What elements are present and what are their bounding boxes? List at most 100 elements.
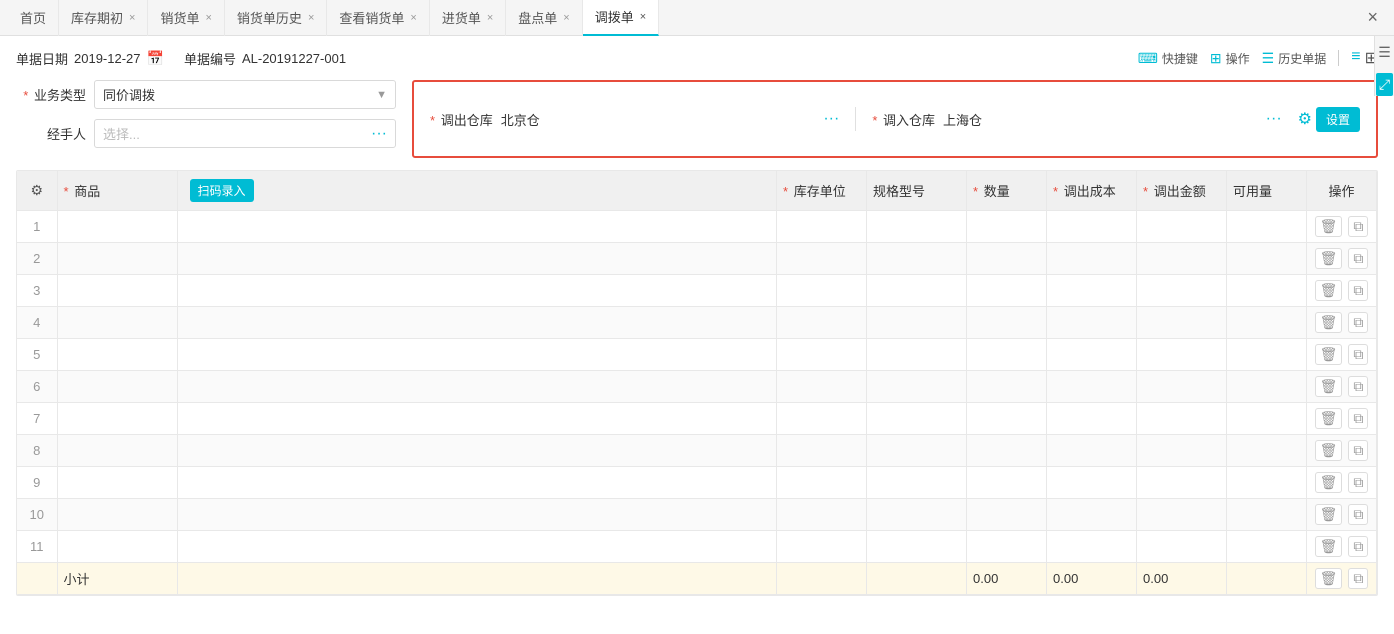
row-qty-10[interactable]	[967, 499, 1047, 531]
row-product-5[interactable]	[57, 339, 177, 371]
row-amount-1[interactable]	[1137, 211, 1227, 243]
row-product-11[interactable]	[57, 531, 177, 563]
tab-close-1[interactable]: ×	[129, 12, 135, 24]
row-spec-3[interactable]	[867, 275, 967, 307]
row-amount-9[interactable]	[1137, 467, 1227, 499]
row-product-9[interactable]	[57, 467, 177, 499]
row-qty-7[interactable]	[967, 403, 1047, 435]
operation-link[interactable]: ⊞ 操作	[1210, 50, 1250, 67]
row-unit-7[interactable]	[777, 403, 867, 435]
row-cost-11[interactable]	[1047, 531, 1137, 563]
tab-purchase[interactable]: 进货单 ×	[430, 0, 506, 36]
row-cost-9[interactable]	[1047, 467, 1137, 499]
row-amount-6[interactable]	[1137, 371, 1227, 403]
tab-close-2[interactable]: ×	[205, 12, 211, 24]
row-product-3[interactable]	[57, 275, 177, 307]
calendar-icon[interactable]: 📅	[147, 50, 164, 67]
business-type-select[interactable]: 同价调拨 ▼	[94, 80, 396, 109]
copy-row-4[interactable]: ⧉	[1348, 312, 1368, 333]
row-cost-4[interactable]	[1047, 307, 1137, 339]
row-amount-3[interactable]	[1137, 275, 1227, 307]
tab-close-5[interactable]: ×	[487, 12, 493, 24]
row-cost-7[interactable]	[1047, 403, 1137, 435]
row-spec-2[interactable]	[867, 243, 967, 275]
tab-close-7[interactable]: ×	[640, 11, 646, 23]
row-cost-10[interactable]	[1047, 499, 1137, 531]
row-unit-5[interactable]	[777, 339, 867, 371]
in-warehouse-dots[interactable]: ···	[1266, 110, 1282, 128]
row-spec-7[interactable]	[867, 403, 967, 435]
row-cost-8[interactable]	[1047, 435, 1137, 467]
copy-row-1[interactable]: ⧉	[1348, 216, 1368, 237]
tab-close-6[interactable]: ×	[563, 12, 569, 24]
row-unit-2[interactable]	[777, 243, 867, 275]
copy-row-3[interactable]: ⧉	[1348, 280, 1368, 301]
tab-home[interactable]: 首页	[8, 0, 59, 36]
tab-transfer[interactable]: 调拨单 ×	[583, 0, 659, 36]
delete-row-2[interactable]: 🗑	[1315, 248, 1343, 269]
delete-row-7[interactable]: 🗑	[1315, 408, 1343, 429]
copy-row-10[interactable]: ⧉	[1348, 504, 1368, 525]
row-spec-6[interactable]	[867, 371, 967, 403]
row-qty-1[interactable]	[967, 211, 1047, 243]
row-qty-3[interactable]	[967, 275, 1047, 307]
row-unit-4[interactable]	[777, 307, 867, 339]
subtotal-delete[interactable]: 🗑	[1315, 568, 1343, 589]
delete-row-9[interactable]: 🗑	[1315, 472, 1343, 493]
table-scroll[interactable]: ⚙ * 商品 扫码录入 * 库存单位 规格型号	[17, 171, 1377, 595]
row-spec-10[interactable]	[867, 499, 967, 531]
copy-row-9[interactable]: ⧉	[1348, 472, 1368, 493]
row-product-4[interactable]	[57, 307, 177, 339]
row-spec-1[interactable]	[867, 211, 967, 243]
row-spec-11[interactable]	[867, 531, 967, 563]
row-qty-8[interactable]	[967, 435, 1047, 467]
out-warehouse-dots[interactable]: ···	[823, 110, 839, 128]
row-qty-4[interactable]	[967, 307, 1047, 339]
scan-button[interactable]: 扫码录入	[190, 179, 254, 202]
row-product-10[interactable]	[57, 499, 177, 531]
row-spec-9[interactable]	[867, 467, 967, 499]
row-product-7[interactable]	[57, 403, 177, 435]
row-product-8[interactable]	[57, 435, 177, 467]
row-unit-10[interactable]	[777, 499, 867, 531]
row-cost-2[interactable]	[1047, 243, 1137, 275]
row-amount-5[interactable]	[1137, 339, 1227, 371]
delete-row-1[interactable]: 🗑	[1315, 216, 1343, 237]
delete-row-3[interactable]: 🗑	[1315, 280, 1343, 301]
setting-gear-icon[interactable]: ⚙	[1298, 109, 1312, 129]
copy-row-2[interactable]: ⧉	[1348, 248, 1368, 269]
row-unit-8[interactable]	[777, 435, 867, 467]
setting-button[interactable]: 设置	[1316, 107, 1360, 132]
row-unit-6[interactable]	[777, 371, 867, 403]
tab-stocktake[interactable]: 盘点单 ×	[506, 0, 582, 36]
row-spec-4[interactable]	[867, 307, 967, 339]
operator-ellipsis[interactable]: ···	[371, 125, 387, 143]
history-link[interactable]: ☰ 历史单据	[1262, 50, 1327, 67]
tab-close-4[interactable]: ×	[410, 12, 416, 24]
close-all-tabs[interactable]: ×	[1359, 7, 1386, 28]
row-amount-8[interactable]	[1137, 435, 1227, 467]
tab-view-sales[interactable]: 查看销货单 ×	[327, 0, 429, 36]
row-product-2[interactable]	[57, 243, 177, 275]
row-cost-5[interactable]	[1047, 339, 1137, 371]
delete-row-8[interactable]: 🗑	[1315, 440, 1343, 461]
copy-row-6[interactable]: ⧉	[1348, 376, 1368, 397]
delete-row-10[interactable]: 🗑	[1315, 504, 1343, 525]
tab-close-3[interactable]: ×	[308, 12, 314, 24]
row-amount-11[interactable]	[1137, 531, 1227, 563]
delete-row-11[interactable]: 🗑	[1315, 536, 1343, 557]
delete-row-4[interactable]: 🗑	[1315, 312, 1343, 333]
copy-row-11[interactable]: ⧉	[1348, 536, 1368, 557]
row-spec-8[interactable]	[867, 435, 967, 467]
row-unit-1[interactable]	[777, 211, 867, 243]
row-cost-3[interactable]	[1047, 275, 1137, 307]
layout-list-icon[interactable]: ≡	[1351, 48, 1360, 68]
tab-sales-history[interactable]: 销货单历史 ×	[225, 0, 327, 36]
row-unit-9[interactable]	[777, 467, 867, 499]
tab-inventory-init[interactable]: 库存期初 ×	[59, 0, 148, 36]
row-amount-2[interactable]	[1137, 243, 1227, 275]
row-cost-1[interactable]	[1047, 211, 1137, 243]
row-product-1[interactable]	[57, 211, 177, 243]
row-spec-5[interactable]	[867, 339, 967, 371]
shortcut-link[interactable]: ⌨ 快捷键	[1138, 50, 1198, 67]
